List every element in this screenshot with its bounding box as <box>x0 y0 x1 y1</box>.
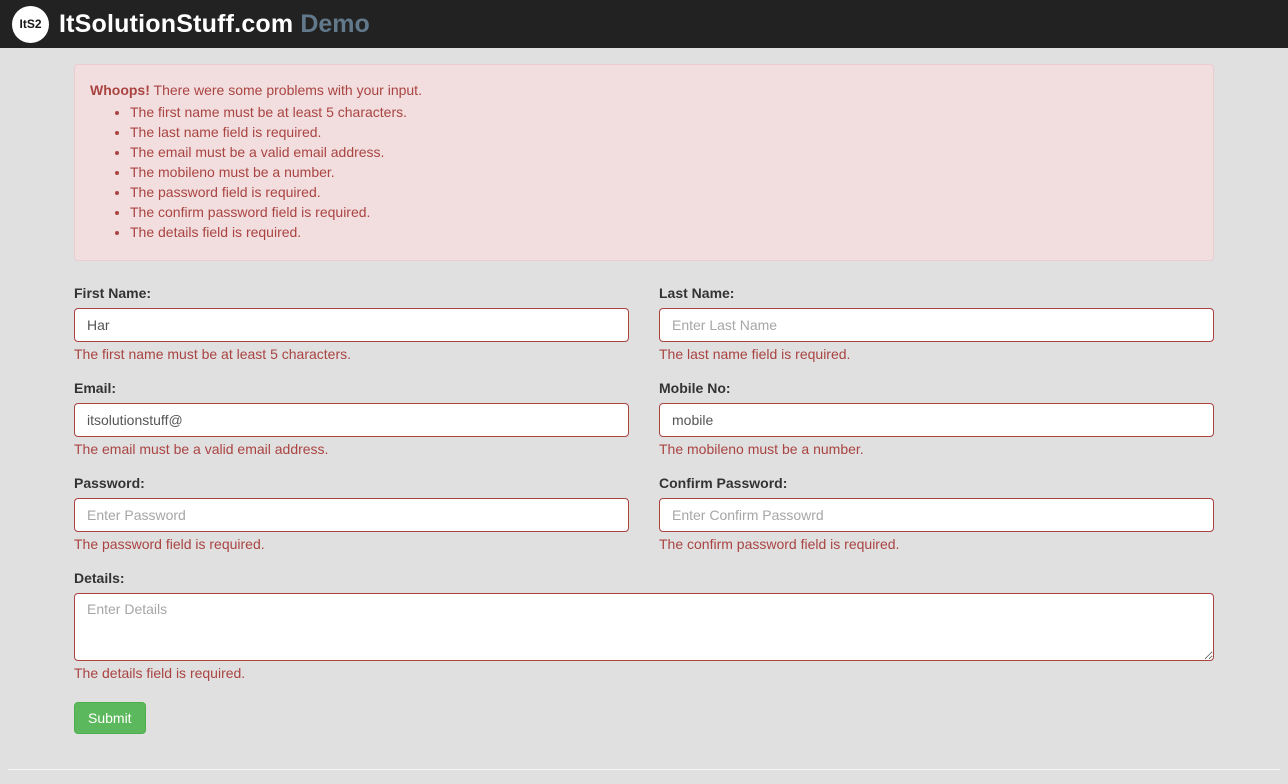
password-group: Password: The password field is required… <box>74 475 629 553</box>
brand-suffix: Demo <box>300 9 370 38</box>
registration-form: First Name: The first name must be at le… <box>74 285 1214 699</box>
mobile-label: Mobile No: <box>659 380 731 396</box>
password-label: Password: <box>74 475 145 491</box>
password-input[interactable] <box>74 498 629 532</box>
validation-alert: Whoops! There were some problems with yo… <box>74 64 1214 261</box>
last-name-input[interactable] <box>659 308 1214 342</box>
details-group: Details: The details field is required. <box>74 570 1214 682</box>
email-error: The email must be a valid email address. <box>74 441 329 457</box>
last-name-error: The last name field is required. <box>659 346 851 362</box>
alert-error-list: The first name must be at least 5 charac… <box>90 102 1198 242</box>
mobile-group: Mobile No: The mobileno must be a number… <box>659 380 1214 458</box>
alert-error-item: The last name field is required. <box>130 122 1198 142</box>
details-label: Details: <box>74 570 125 586</box>
alert-title: Whoops! <box>90 82 150 98</box>
first-name-group: First Name: The first name must be at le… <box>74 285 629 363</box>
footer-divider <box>8 769 1280 770</box>
mobile-error: The mobileno must be a number. <box>659 441 864 457</box>
confirm-password-error: The confirm password field is required. <box>659 536 900 552</box>
alert-error-item: The mobileno must be a number. <box>130 162 1198 182</box>
email-label: Email: <box>74 380 117 396</box>
alert-message: There were some problems with your input… <box>153 82 422 98</box>
alert-error-item: The email must be a valid email address. <box>130 142 1198 162</box>
submit-button[interactable]: Submit <box>74 702 146 734</box>
details-error: The details field is required. <box>74 665 246 681</box>
confirm-password-input[interactable] <box>659 498 1214 532</box>
mobile-input[interactable] <box>659 403 1214 437</box>
alert-error-item: The password field is required. <box>130 182 1198 202</box>
main-container: Whoops! There were some problems with yo… <box>59 64 1229 734</box>
alert-error-item: The details field is required. <box>130 222 1198 242</box>
confirm-password-label: Confirm Password: <box>659 475 788 491</box>
brand-title: ItSolutionStuff.com <box>59 9 294 38</box>
first-name-label: First Name: <box>74 285 152 301</box>
password-error: The password field is required. <box>74 536 265 552</box>
alert-error-item: The confirm password field is required. <box>130 202 1198 222</box>
navbar: ItS2 ItSolutionStuff.com Demo <box>0 0 1288 48</box>
first-name-input[interactable] <box>74 308 629 342</box>
details-textarea[interactable] <box>74 593 1214 661</box>
last-name-group: Last Name: The last name field is requir… <box>659 285 1214 363</box>
last-name-label: Last Name: <box>659 285 735 301</box>
email-input[interactable] <box>74 403 629 437</box>
confirm-password-group: Confirm Password: The confirm password f… <box>659 475 1214 553</box>
brand-logo-icon: ItS2 <box>12 5 49 43</box>
alert-heading: Whoops! There were some problems with yo… <box>90 80 1198 100</box>
first-name-error: The first name must be at least 5 charac… <box>74 346 352 362</box>
alert-error-item: The first name must be at least 5 charac… <box>130 102 1198 122</box>
brand-link[interactable]: ItS2 ItSolutionStuff.com Demo <box>12 5 370 43</box>
email-group: Email: The email must be a valid email a… <box>74 380 629 458</box>
